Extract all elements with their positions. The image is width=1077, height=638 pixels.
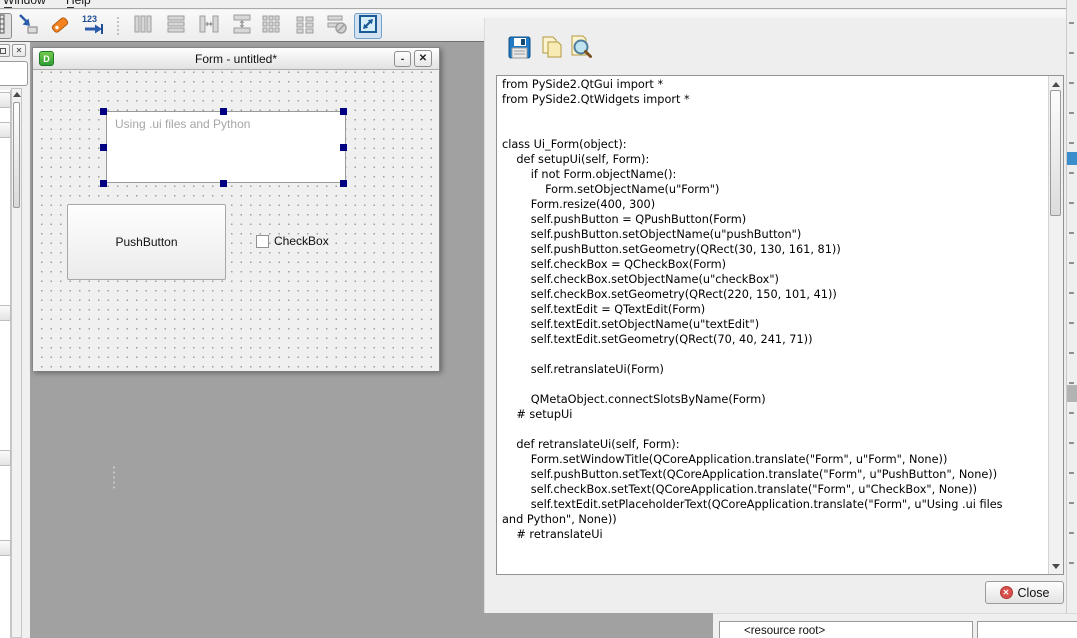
edit-buddies-button[interactable] xyxy=(47,13,73,39)
qt-designer-screen: Window Help 123 xyxy=(0,0,1077,638)
resource-browser-panel: <resource root> xyxy=(713,613,1077,638)
selection-handle-bottom-right[interactable] xyxy=(340,180,347,187)
selection-handle-top-left[interactable] xyxy=(100,108,107,115)
scroll-up-arrow-icon[interactable] xyxy=(13,92,21,97)
save-icon xyxy=(506,34,532,65)
form-window-titlebar[interactable]: D Form - untitled* - ✕ xyxy=(33,48,439,70)
checkbox-widget-box[interactable] xyxy=(256,235,269,248)
save-code-button[interactable] xyxy=(505,37,532,62)
form-close-button[interactable]: ✕ xyxy=(414,50,432,67)
copy-code-button[interactable] xyxy=(538,37,565,62)
break-layout-button[interactable] xyxy=(323,13,350,39)
adjust-size-button[interactable] xyxy=(354,13,382,39)
copy-icon xyxy=(539,34,565,65)
lay-out-horizontally-in-splitter-icon xyxy=(197,12,221,41)
selection-handle-mid-left[interactable] xyxy=(100,144,107,151)
form-editor-window: D Form - untitled* - ✕ Using .ui files a… xyxy=(32,47,440,371)
edit-tab-order-button[interactable]: 123 xyxy=(79,13,105,39)
edit-signals-slots-icon xyxy=(16,12,40,41)
widget-category-row[interactable] xyxy=(0,305,11,321)
form-window-title: Form - untitled* xyxy=(195,52,277,66)
lay-out-horizontally-icon xyxy=(131,12,155,41)
textedit-placeholder: Using .ui files and Python xyxy=(107,112,345,136)
code-scrollbar-thumb[interactable] xyxy=(1050,90,1061,216)
property-scrollbar-thumb[interactable] xyxy=(1067,385,1077,402)
find-icon xyxy=(567,34,593,65)
edit-signals-slots-button[interactable] xyxy=(15,13,41,39)
lay-out-vertically-button[interactable] xyxy=(163,13,189,39)
find-in-code-button[interactable] xyxy=(566,37,593,62)
scroll-up-arrow-icon[interactable] xyxy=(1049,78,1063,90)
selected-row-highlight xyxy=(1067,152,1077,165)
selection-handle-bottom-left[interactable] xyxy=(100,180,107,187)
widget-box-list[interactable] xyxy=(0,90,11,638)
menu-bar: Window Help xyxy=(0,0,1077,9)
edit-widgets-button[interactable] xyxy=(0,13,12,39)
lay-out-vertically-icon xyxy=(164,12,188,41)
code-text-area[interactable]: from PySide2.QtGui import * from PySide2… xyxy=(496,75,1064,575)
selection-handle-bottom-center[interactable] xyxy=(220,180,227,187)
dock-float-button[interactable] xyxy=(0,44,10,57)
lay-out-in-grid-button[interactable] xyxy=(258,13,284,39)
close-icon: ✕ xyxy=(16,46,23,55)
adjust-size-icon xyxy=(356,12,380,41)
textedit-widget[interactable]: Using .ui files and Python xyxy=(106,111,346,183)
tree-branch-marks xyxy=(1069,22,1074,582)
close-button-label: Close xyxy=(1018,586,1050,600)
lay-out-vertically-in-splitter-icon xyxy=(230,12,254,41)
selection-handle-mid-right[interactable] xyxy=(340,144,347,151)
close-red-icon: ✕ xyxy=(1000,586,1013,599)
edit-tab-order-icon: 123 xyxy=(80,12,104,41)
dock-splitter-handle[interactable] xyxy=(112,465,116,491)
widget-box-scrollbar[interactable] xyxy=(11,88,22,638)
resource-tree[interactable]: <resource root> xyxy=(719,621,973,638)
code-scrollbar[interactable] xyxy=(1048,76,1063,574)
scroll-down-arrow-icon[interactable] xyxy=(1049,560,1063,572)
menu-window-accel-underline xyxy=(4,7,12,8)
selection-handle-top-center[interactable] xyxy=(220,108,227,115)
designer-badge-icon: D xyxy=(39,51,54,66)
selection-handle-top-right[interactable] xyxy=(340,108,347,115)
dock-close-button[interactable]: ✕ xyxy=(12,44,26,57)
form-canvas[interactable]: Using .ui files and Python PushButton Ch… xyxy=(33,71,439,371)
break-layout-icon xyxy=(325,12,349,41)
edit-widgets-icon xyxy=(0,12,11,41)
scrollbar-thumb[interactable] xyxy=(13,102,20,208)
lay-out-in-form-layout-icon xyxy=(293,12,317,41)
widget-category-row[interactable] xyxy=(0,450,11,466)
svg-text:123: 123 xyxy=(82,14,97,24)
widget-category-row[interactable] xyxy=(0,122,11,138)
checkbox-widget-label: CheckBox xyxy=(274,234,329,248)
lay-out-vertically-in-splitter-button[interactable] xyxy=(229,13,255,39)
close-dialog-button[interactable]: ✕ Close xyxy=(985,581,1064,604)
widget-box-panel: ✕ xyxy=(0,42,30,638)
resource-detail-pane[interactable] xyxy=(977,621,1077,638)
widget-category-row[interactable] xyxy=(0,540,11,556)
form-minimize-button[interactable]: - xyxy=(394,51,411,67)
lay-out-horizontally-button[interactable] xyxy=(130,13,156,39)
lay-out-in-grid-icon xyxy=(259,12,283,41)
menu-window[interactable]: Window xyxy=(3,0,46,7)
widget-category-row[interactable] xyxy=(0,92,11,108)
lay-out-in-form-layout-button[interactable] xyxy=(292,13,318,39)
toolbar-separator xyxy=(117,17,119,35)
pushbutton-widget[interactable]: PushButton xyxy=(67,204,226,280)
generated-python-code[interactable]: from PySide2.QtGui import * from PySide2… xyxy=(502,77,1047,542)
resource-root-item[interactable]: <resource root> xyxy=(720,622,972,637)
lay-out-horizontally-in-splitter-button[interactable] xyxy=(196,13,222,39)
property-editor-sliver xyxy=(1066,0,1077,638)
menu-help[interactable]: Help xyxy=(66,0,91,7)
menu-help-accel-underline xyxy=(67,7,74,8)
widget-filter-input[interactable] xyxy=(0,61,28,86)
edit-buddies-icon xyxy=(48,12,72,41)
float-icon xyxy=(0,48,6,54)
code-preview-dialog: from PySide2.QtGui import * from PySide2… xyxy=(484,18,1066,613)
